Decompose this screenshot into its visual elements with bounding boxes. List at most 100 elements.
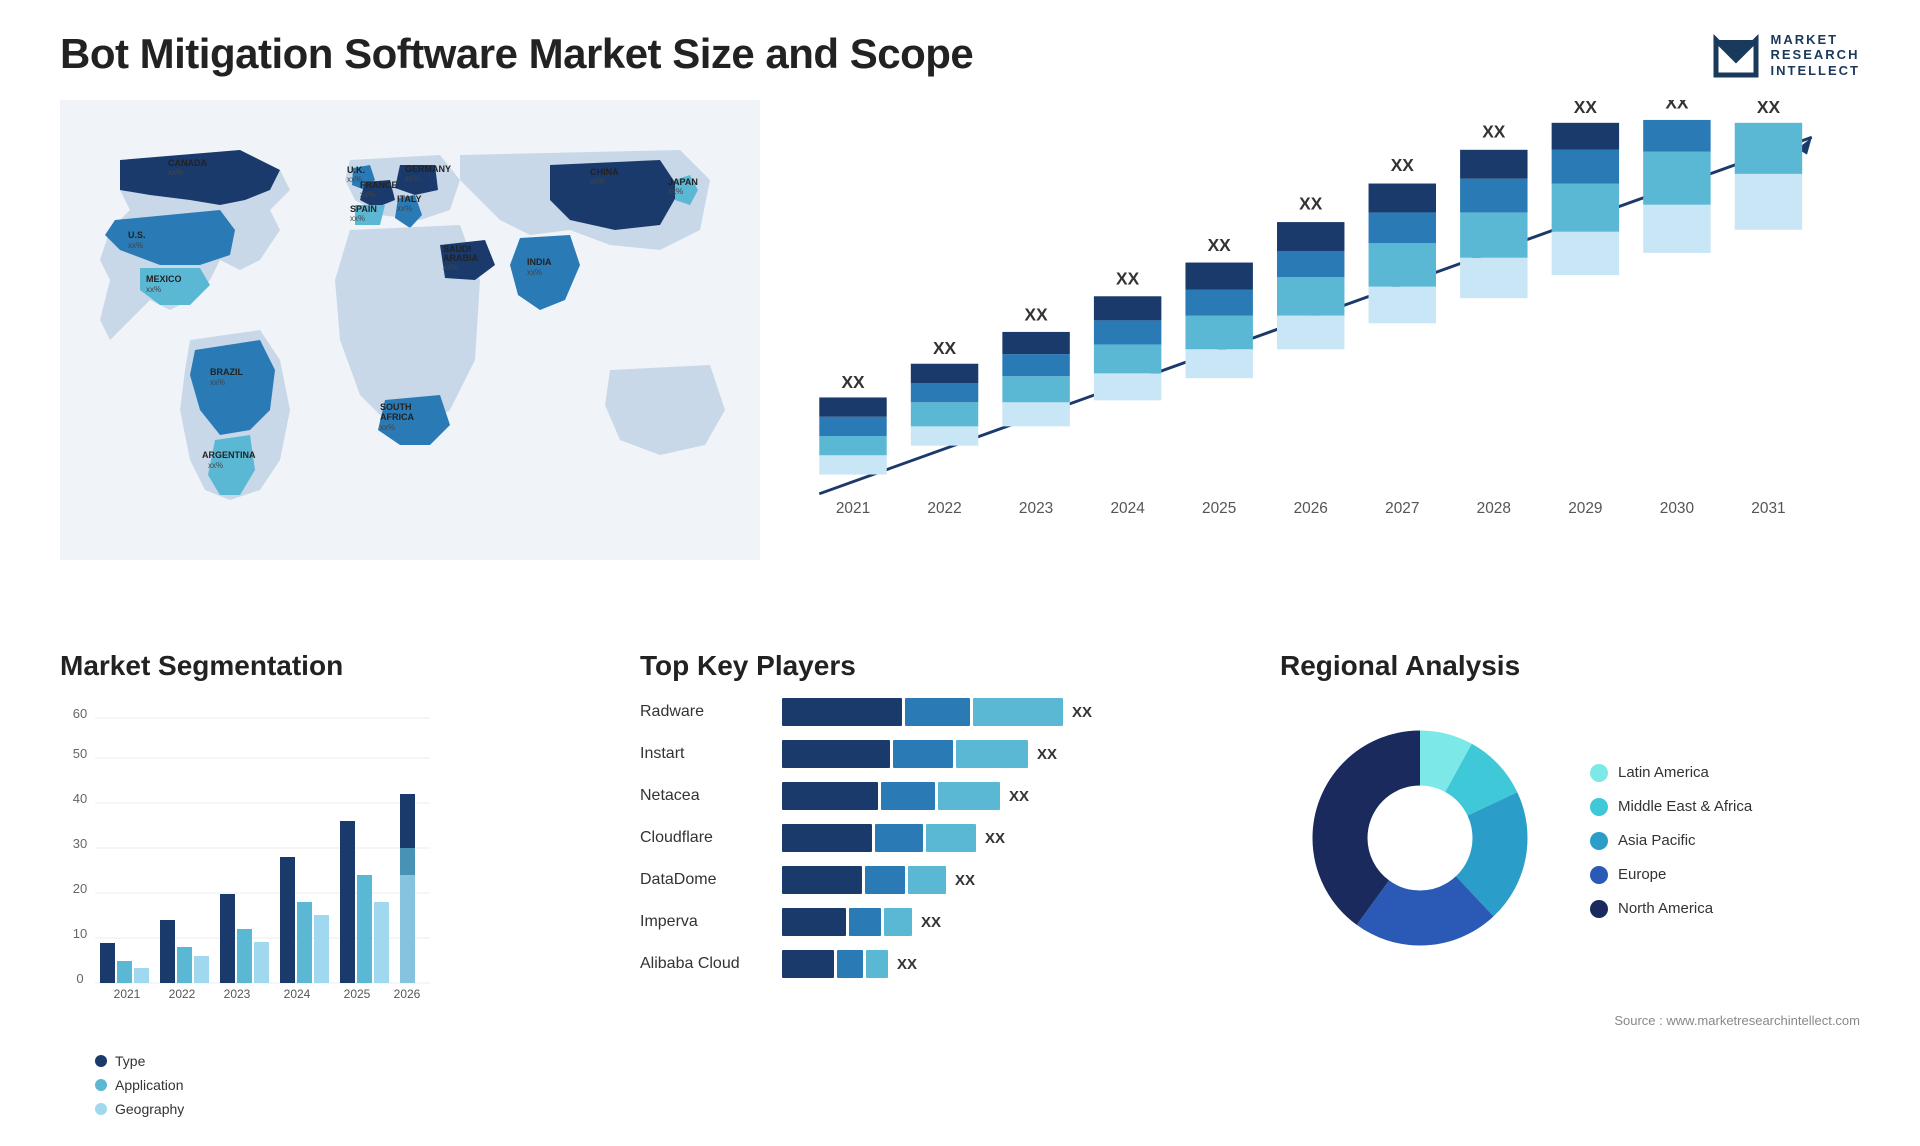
svg-text:2021: 2021 (114, 987, 141, 1001)
svg-text:2027: 2027 (1385, 500, 1419, 517)
player-name-cloudflare: Cloudflare (640, 829, 770, 847)
svg-text:2022: 2022 (927, 500, 961, 517)
svg-text:2024: 2024 (1110, 500, 1145, 517)
svg-text:XX: XX (1208, 235, 1232, 255)
player-bar-imperva: XX (782, 908, 1240, 936)
svg-text:2030: 2030 (1660, 500, 1694, 517)
legend-asia-pacific-color (1590, 832, 1608, 850)
svg-text:SOUTH: SOUTH (380, 402, 412, 412)
svg-text:XX: XX (1574, 100, 1598, 117)
svg-text:xx%: xx% (380, 423, 395, 432)
svg-text:2029: 2029 (1568, 500, 1602, 517)
bar-seg2 (875, 824, 923, 852)
svg-text:ITALY: ITALY (397, 194, 422, 204)
bar-seg2 (893, 740, 953, 768)
svg-text:XX: XX (1025, 304, 1049, 324)
svg-text:xx%: xx% (590, 177, 605, 186)
svg-text:XX: XX (1299, 194, 1323, 214)
svg-text:2031: 2031 (1751, 500, 1785, 517)
svg-text:CHINA: CHINA (590, 167, 619, 177)
bar-seg3 (973, 698, 1063, 726)
player-bar-radware: XX (782, 698, 1240, 726)
svg-text:xx%: xx% (350, 214, 365, 223)
legend-asia-pacific-label: Asia Pacific (1618, 832, 1696, 849)
svg-text:xx%: xx% (168, 168, 183, 177)
player-name-imperva: Imperva (640, 913, 770, 931)
player-xx-4: XX (955, 872, 975, 889)
svg-text:xx%: xx% (146, 285, 161, 294)
player-radware: Radware XX (640, 698, 1240, 726)
svg-text:xx%: xx% (668, 187, 683, 196)
legend-type: Type (95, 1053, 600, 1069)
legend-north-america-label: North America (1618, 900, 1713, 917)
svg-text:2025: 2025 (344, 987, 371, 1001)
player-cloudflare: Cloudflare XX (640, 824, 1240, 852)
segmentation-section: Market Segmentation 0 10 20 30 40 50 60 (60, 650, 600, 1080)
svg-text:2025: 2025 (1202, 500, 1236, 517)
bar-seg1 (782, 782, 878, 810)
svg-text:XX: XX (841, 372, 865, 392)
svg-text:2022: 2022 (169, 987, 196, 1001)
svg-text:50: 50 (73, 746, 87, 761)
logo-box: MARKET RESEARCH INTELLECT (1711, 30, 1861, 80)
regional-title: Regional Analysis (1280, 650, 1860, 682)
svg-text:MEXICO: MEXICO (146, 274, 182, 284)
svg-text:XX: XX (1482, 121, 1506, 141)
svg-text:0: 0 (76, 971, 83, 986)
legend-mea: Middle East & Africa (1590, 798, 1752, 816)
svg-text:xx%: xx% (405, 174, 420, 183)
svg-text:AFRICA: AFRICA (380, 412, 414, 422)
growth-chart-section: XX 2021 XX 2022 XX 2023 (800, 100, 1860, 620)
regional-legend: Latin America Middle East & Africa Asia … (1590, 764, 1752, 918)
player-bar-alibaba: XX (782, 950, 1240, 978)
svg-text:xx%: xx% (360, 190, 375, 199)
row2: Market Segmentation 0 10 20 30 40 50 60 (60, 650, 1860, 1080)
source-text: Source : www.marketresearchintellect.com (1280, 1013, 1860, 1028)
svg-text:U.S.: U.S. (128, 230, 146, 240)
player-name-radware: Radware (640, 703, 770, 721)
svg-text:xx%: xx% (128, 241, 143, 250)
svg-text:20: 20 (73, 881, 87, 896)
bar-seg1 (782, 908, 846, 936)
player-imperva: Imperva XX (640, 908, 1240, 936)
svg-text:XX: XX (1665, 100, 1689, 112)
svg-text:10: 10 (73, 926, 87, 941)
players-list: Radware XX Instart XX (640, 698, 1240, 978)
logo-line1: MARKET (1771, 32, 1861, 48)
world-map-svg: CANADA xx% U.S. xx% MEXICO xx% BRAZIL xx… (60, 100, 760, 560)
player-xx-5: XX (921, 914, 941, 931)
svg-text:2028: 2028 (1477, 500, 1511, 517)
page-title: Bot Mitigation Software Market Size and … (60, 30, 973, 78)
legend-europe: Europe (1590, 866, 1752, 884)
legend-app-dot (95, 1079, 107, 1091)
bar-seg3 (956, 740, 1028, 768)
players-title: Top Key Players (640, 650, 1240, 682)
donut-svg (1280, 698, 1560, 978)
player-xx-0: XX (1072, 704, 1092, 721)
player-name-netacea: Netacea (640, 787, 770, 805)
svg-text:30: 30 (73, 836, 87, 851)
svg-text:2026: 2026 (1294, 500, 1328, 517)
players-section: Top Key Players Radware XX Instart (640, 650, 1240, 1080)
row1: CANADA xx% U.S. xx% MEXICO xx% BRAZIL xx… (60, 100, 1860, 620)
logo-area: MARKET RESEARCH INTELLECT (1711, 30, 1861, 80)
legend-latin-america-color (1590, 764, 1608, 782)
svg-text:XX: XX (1391, 155, 1415, 175)
seg-chart-svg: 0 10 20 30 40 50 60 (60, 698, 440, 1038)
svg-text:xx%: xx% (210, 378, 225, 387)
svg-text:SPAIN: SPAIN (350, 204, 377, 214)
svg-text:U.K.: U.K. (347, 165, 365, 175)
player-bar-netacea: XX (782, 782, 1240, 810)
legend-asia-pacific: Asia Pacific (1590, 832, 1752, 850)
map-container: CANADA xx% U.S. xx% MEXICO xx% BRAZIL xx… (60, 100, 760, 560)
player-name-datadome: DataDome (640, 871, 770, 889)
svg-text:XX: XX (933, 338, 957, 358)
bar-seg3 (884, 908, 912, 936)
header: Bot Mitigation Software Market Size and … (60, 30, 1860, 80)
bar-seg3 (938, 782, 1000, 810)
legend-north-america: North America (1590, 900, 1752, 918)
svg-text:xx%: xx% (208, 461, 223, 470)
seg-chart: 0 10 20 30 40 50 60 (60, 698, 600, 1038)
svg-text:xx%: xx% (397, 204, 412, 213)
svg-text:xx%: xx% (527, 268, 542, 277)
